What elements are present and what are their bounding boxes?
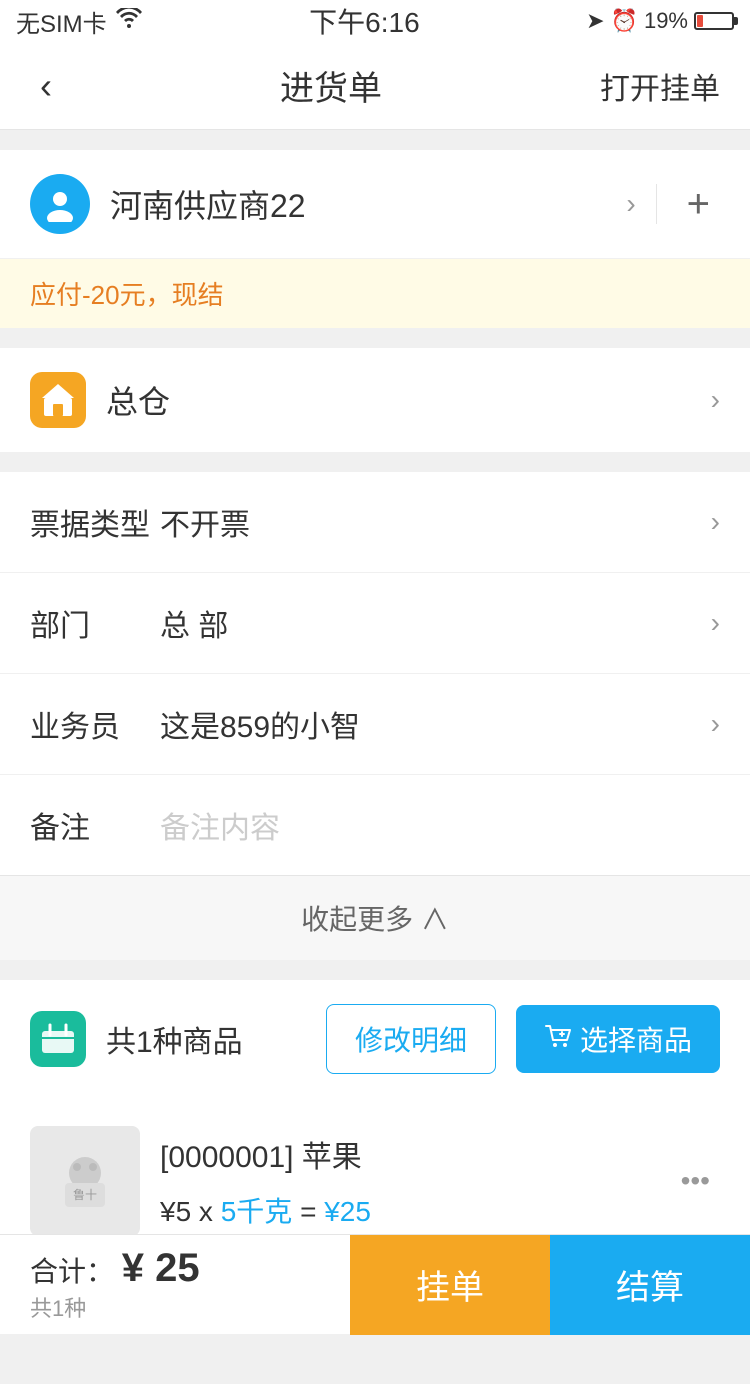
product-info: [0000001] 苹果 ¥5 x 5千克 = ¥25 <box>160 1132 651 1230</box>
warehouse-row[interactable]: 总仓 › <box>0 348 750 452</box>
remark-row[interactable]: 备注 备注内容 <box>0 775 750 875</box>
add-supplier-button[interactable]: + <box>677 182 720 227</box>
status-bar: 无SIM卡 下午6:16 ➤ ⏰ 19% <box>0 0 750 42</box>
supplier-avatar <box>30 174 90 234</box>
product-unit-price: ¥5 x <box>160 1196 221 1227</box>
product-total: ¥25 <box>324 1196 371 1227</box>
carrier-text: 无SIM卡 <box>16 4 107 39</box>
back-button[interactable]: ‹ <box>30 55 62 117</box>
supplier-name: 河南供应商22 <box>110 181 626 227</box>
select-product-button[interactable]: 选择商品 <box>516 1005 720 1073</box>
supplier-section: 河南供应商22 › + 应付-20元，现结 <box>0 150 750 328</box>
total-count: 共1种 <box>30 1291 320 1323</box>
remark-input[interactable]: 备注内容 <box>160 803 720 847</box>
form-section: 票据类型 不开票 › 部门 总 部 › 业务员 这是859的小智 › 备注 备注… <box>0 472 750 875</box>
wifi-icon <box>115 7 143 35</box>
dept-label: 部门 <box>30 601 160 645</box>
salesman-value: 这是859的小智 <box>160 702 711 746</box>
total-amount: ¥ 25 <box>122 1246 200 1290</box>
product-title: 苹果 <box>302 1141 362 1174</box>
product-thumbnail: 鲁十 <box>30 1126 140 1236</box>
supplier-chevron-icon: › <box>626 188 635 220</box>
invoice-row[interactable]: 票据类型 不开票 › <box>0 472 750 573</box>
salesman-row[interactable]: 业务员 这是859的小智 › <box>0 674 750 775</box>
warehouse-chevron-icon: › <box>711 384 720 416</box>
total-line: 合计： ¥ 25 <box>30 1246 320 1291</box>
status-right: ➤ ⏰ 19% <box>586 8 734 34</box>
product-eq: = <box>300 1196 324 1227</box>
status-left: 无SIM卡 <box>16 4 143 39</box>
checkout-button[interactable]: 结算 <box>550 1235 750 1335</box>
open-pending-button[interactable]: 打开挂单 <box>600 64 720 108</box>
cart-icon <box>544 1023 572 1055</box>
dept-value: 总 部 <box>160 601 711 645</box>
page-title: 进货单 <box>280 61 382 110</box>
invoice-label: 票据类型 <box>30 500 160 544</box>
products-icon <box>30 1011 86 1067</box>
location-icon: ➤ <box>586 8 604 34</box>
product-code: [0000001] <box>160 1141 302 1174</box>
warehouse-icon <box>30 372 86 428</box>
dept-chevron-icon: › <box>711 607 720 639</box>
bottom-bar: 合计： ¥ 25 共1种 挂单 结算 <box>0 1234 750 1334</box>
product-more-button[interactable]: ••• <box>671 1155 720 1207</box>
products-header: 共1种商品 修改明细 选择商品 <box>0 980 750 1098</box>
salesman-chevron-icon: › <box>711 708 720 740</box>
dept-row[interactable]: 部门 总 部 › <box>0 573 750 674</box>
alarm-icon: ⏰ <box>611 8 638 34</box>
nav-bar: ‹ 进货单 打开挂单 <box>0 42 750 130</box>
invoice-value: 不开票 <box>160 500 711 544</box>
warehouse-name: 总仓 <box>106 377 711 423</box>
product-qty: 5千克 <box>221 1196 293 1227</box>
collapse-row[interactable]: 收起更多 ∧ <box>0 875 750 960</box>
warehouse-section: 总仓 › <box>0 348 750 452</box>
salesman-label: 业务员 <box>30 702 160 746</box>
supplier-row[interactable]: 河南供应商22 › + <box>0 150 750 259</box>
product-count-text: 共1种商品 <box>106 1017 306 1061</box>
invoice-chevron-icon: › <box>711 506 720 538</box>
product-name: [0000001] 苹果 <box>160 1132 651 1176</box>
select-product-label: 选择商品 <box>580 1019 692 1059</box>
remark-label: 备注 <box>30 803 160 847</box>
battery-icon <box>694 12 734 30</box>
notice-banner: 应付-20元，现结 <box>0 259 750 328</box>
battery-text: 19% <box>644 8 688 34</box>
divider <box>656 184 657 224</box>
edit-detail-button[interactable]: 修改明细 <box>326 1004 496 1074</box>
hang-button[interactable]: 挂单 <box>350 1235 550 1335</box>
gap1 <box>0 130 750 150</box>
svg-text:鲁十: 鲁十 <box>73 1188 97 1202</box>
total-label: 合计： <box>30 1256 114 1287</box>
status-time: 下午6:16 <box>309 1 420 41</box>
product-price: ¥5 x 5千克 = ¥25 <box>160 1190 651 1230</box>
total-section: 合计： ¥ 25 共1种 <box>0 1246 350 1323</box>
